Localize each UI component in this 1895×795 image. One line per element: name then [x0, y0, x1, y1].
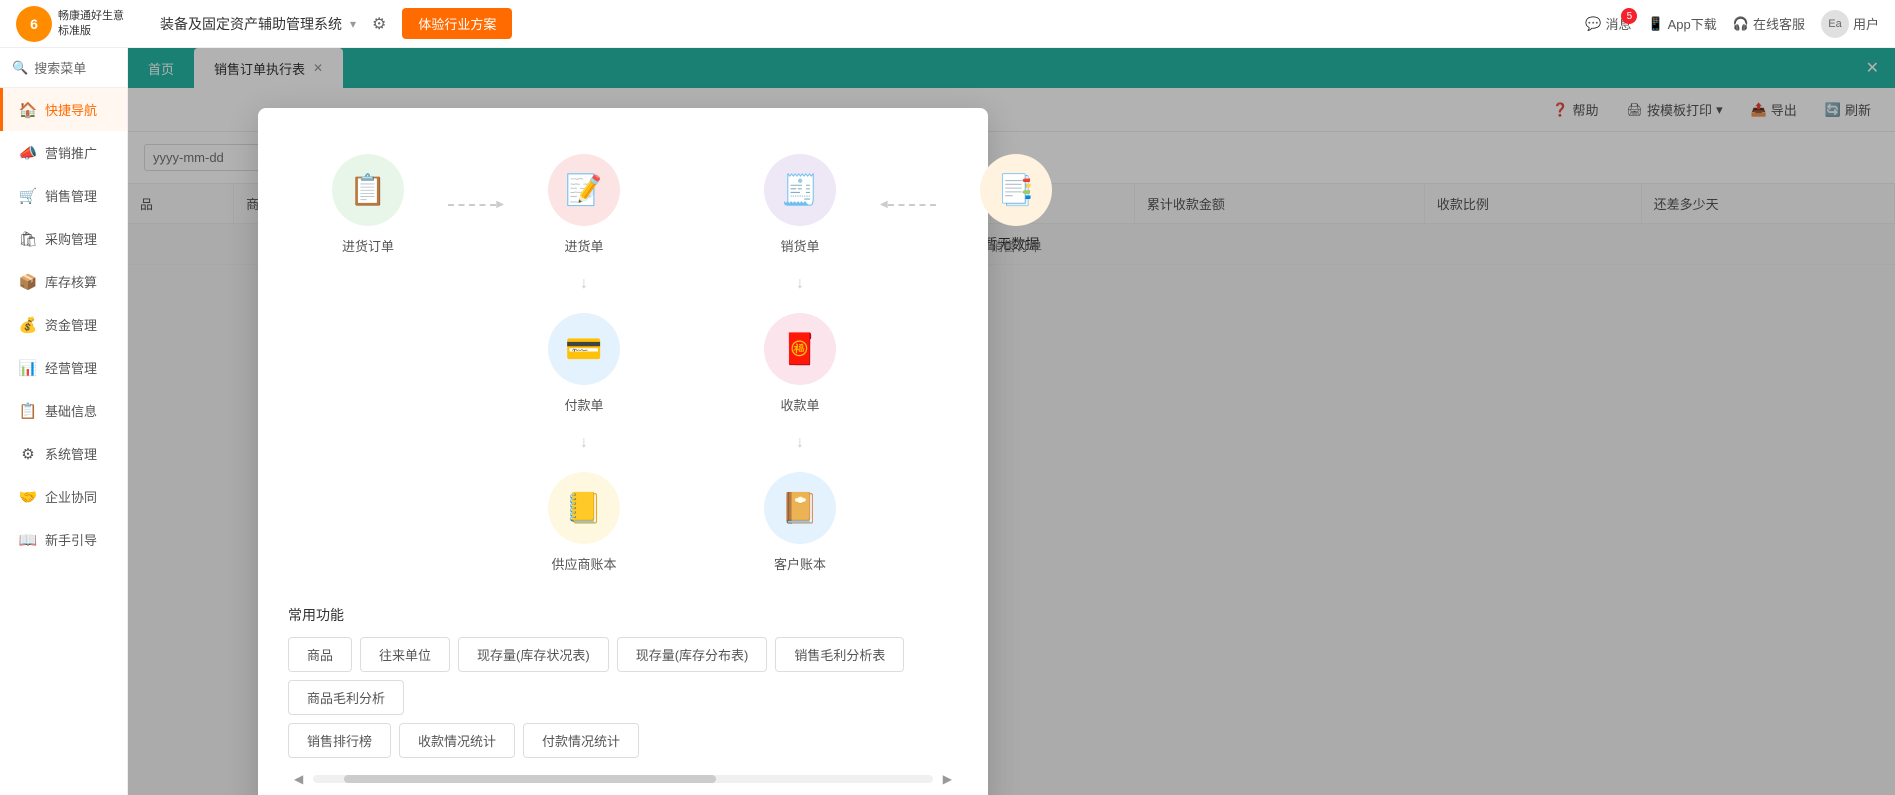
purchase-order-label: 进货订单 — [342, 236, 394, 255]
sales-bill-label: 销货单 — [780, 236, 819, 255]
main-area: 🔍 搜索菜单 🏠 快捷导航 📣 营销推广 🛒 销售管理 🛍 采购管理 📦 — [0, 48, 1895, 795]
app-download-button[interactable]: 📱 App下载 — [1647, 14, 1716, 33]
inventory-icon: 📦 — [19, 273, 37, 291]
enterprise-icon: 🤝 — [19, 488, 37, 506]
sidebar-item-guide[interactable]: 📖 新手引导 — [0, 518, 127, 561]
scroll-left-icon[interactable]: ◀ — [288, 770, 309, 788]
func-buttons-row1: 商品 往来单位 现存量(库存状况表) 现存量(库存分布表) 销售毛利分析表 商品… — [288, 637, 958, 715]
popup-overlay: 📋 进货订单 ▶ 📝 进货单 — [128, 48, 1895, 795]
func-btn-stock-dist[interactable]: 现存量(库存分布表) — [617, 637, 768, 672]
flow-node-purchase-receipt[interactable]: 📝 进货单 — [540, 138, 628, 271]
customer-account-label: 客户账本 — [774, 554, 826, 573]
flow-node-supplier-account[interactable]: 📒 供应商账本 — [540, 456, 628, 589]
func-buttons-row2: 销售排行榜 收款情况统计 付款情况统计 — [288, 723, 958, 758]
online-service-button[interactable]: 🎧 在线客服 — [1733, 14, 1805, 33]
common-functions-section: 常用功能 商品 往来单位 现存量(库存状况表) 现存量(库存分布表) 销售毛利分… — [288, 605, 958, 758]
purchase-receipt-label: 进货单 — [564, 236, 603, 255]
receipt-slip-label: 收款单 — [780, 395, 819, 414]
func-btn-product-gross[interactable]: 商品毛利分析 — [288, 680, 404, 715]
receipt-slip-circle: 🧧 — [764, 313, 836, 385]
scroll-right-icon[interactable]: ▶ — [937, 770, 958, 788]
logo-area: 6 畅康通好生意 标准版 — [16, 6, 144, 42]
search-icon: 🔍 — [12, 60, 28, 76]
sidebar: 🔍 搜索菜单 🏠 快捷导航 📣 营销推广 🛒 销售管理 🛍 采购管理 📦 — [0, 48, 128, 795]
system-dropdown-icon[interactable]: ▾ — [350, 17, 356, 31]
top-bar-right: 💬 消息 5 📱 App下载 🎧 在线客服 Ea 用户 — [1585, 10, 1879, 38]
top-bar: 6 畅康通好生意 标准版 装备及固定资产辅助管理系统 ▾ ⚙ 体验行业方案 💬 … — [0, 0, 1895, 48]
sales-order-circle: 📑 — [980, 154, 1052, 226]
flow-node-customer-account[interactable]: 📔 客户账本 — [756, 456, 844, 589]
flow-node-purchase-order[interactable]: 📋 进货订单 — [324, 138, 412, 271]
finance-icon: 💰 — [19, 316, 37, 334]
avatar: Ea — [1821, 10, 1849, 38]
marketing-icon: 📣 — [19, 144, 37, 162]
home-icon: 🏠 — [19, 101, 37, 119]
system-info: 装备及固定资产辅助管理系统 ▾ ⚙ 体验行业方案 — [144, 8, 1585, 39]
arrow-purchase-to-receipt: ▶ — [448, 199, 504, 210]
logo-text: 畅康通好生意 标准版 — [58, 9, 124, 38]
supplier-account-label: 供应商账本 — [551, 554, 616, 573]
arrow-down-payment: ↓ — [580, 434, 588, 452]
sidebar-item-quick-nav[interactable]: 🏠 快捷导航 — [0, 88, 127, 131]
sales-icon: 🛒 — [19, 187, 37, 205]
sidebar-item-marketing[interactable]: 📣 营销推广 — [0, 131, 127, 174]
arrow-down-receipt-slip: ↓ — [796, 434, 804, 452]
sidebar-item-purchase[interactable]: 🛍 采购管理 — [0, 217, 127, 260]
logo-icon: 6 — [16, 6, 52, 42]
app-container: 6 畅康通好生意 标准版 装备及固定资产辅助管理系统 ▾ ⚙ 体验行业方案 💬 … — [0, 0, 1895, 795]
arrow-order-to-bill: ◀ — [880, 199, 936, 210]
message-icon: 💬 — [1585, 16, 1601, 32]
system-icon: ⚙ — [19, 445, 37, 463]
service-icon: 🎧 — [1733, 16, 1749, 32]
user-menu[interactable]: Ea 用户 — [1821, 10, 1879, 38]
popup-scrollbar[interactable] — [313, 775, 933, 783]
content-area: 首页 销售订单执行表 ✕ ✕ ❓ 帮助 🖨 按模板打印 — [128, 48, 1895, 795]
trial-button[interactable]: 体验行业方案 — [402, 8, 512, 39]
sidebar-item-system[interactable]: ⚙ 系统管理 — [0, 432, 127, 475]
func-btn-sales-rank[interactable]: 销售排行榜 — [288, 723, 391, 758]
func-btn-payment-stats[interactable]: 付款情况统计 — [523, 723, 639, 758]
purchase-receipt-circle: 📝 — [548, 154, 620, 226]
guide-icon: 📖 — [19, 531, 37, 549]
func-btn-sales-gross[interactable]: 销售毛利分析表 — [775, 637, 904, 672]
basic-info-icon: 📋 — [19, 402, 37, 420]
sidebar-item-enterprise[interactable]: 🤝 企业协同 — [0, 475, 127, 518]
scrollbar-thumb — [344, 775, 716, 783]
message-button[interactable]: 💬 消息 5 — [1585, 14, 1631, 33]
quick-nav-popup: 📋 进货订单 ▶ 📝 进货单 — [258, 108, 988, 795]
func-btn-partner[interactable]: 往来单位 — [360, 637, 450, 672]
purchase-order-circle: 📋 — [332, 154, 404, 226]
system-title: 装备及固定资产辅助管理系统 — [160, 14, 342, 34]
func-btn-receipt-stats[interactable]: 收款情况统计 — [399, 723, 515, 758]
customer-account-circle: 📔 — [764, 472, 836, 544]
flow-node-sales-bill[interactable]: 🧾 销货单 — [756, 138, 844, 271]
func-btn-product[interactable]: 商品 — [288, 637, 352, 672]
sidebar-item-basic-info[interactable]: 📋 基础信息 — [0, 389, 127, 432]
sidebar-item-sales[interactable]: 🛒 销售管理 — [0, 174, 127, 217]
sidebar-item-inventory[interactable]: 📦 库存核算 — [0, 260, 127, 303]
func-btn-stock-status[interactable]: 现存量(库存状况表) — [458, 637, 609, 672]
payment-slip-label: 付款单 — [564, 395, 603, 414]
sales-bill-circle: 🧾 — [764, 154, 836, 226]
flow-node-receipt-slip[interactable]: 🧧 收款单 — [756, 297, 844, 430]
flow-node-payment-slip[interactable]: 💳 付款单 — [540, 297, 628, 430]
payment-slip-circle: 💳 — [548, 313, 620, 385]
sidebar-item-finance[interactable]: 💰 资金管理 — [0, 303, 127, 346]
arrow-down-receipt: ↓ — [580, 275, 588, 293]
sales-order-label: 销售订单 — [990, 236, 1042, 255]
arrow-down-sales-bill: ↓ — [796, 275, 804, 293]
common-functions-title: 常用功能 — [288, 605, 958, 625]
purchase-icon: 🛍 — [19, 230, 37, 248]
flow-node-sales-order[interactable]: 📑 销售订单 — [972, 138, 1060, 271]
popup-scrollbar-area: ◀ ▶ — [288, 770, 958, 788]
sidebar-item-operations[interactable]: 📊 经营管理 — [0, 346, 127, 389]
settings-icon[interactable]: ⚙ — [372, 14, 386, 34]
sidebar-search[interactable]: 🔍 搜索菜单 — [0, 48, 127, 88]
download-icon: 📱 — [1647, 16, 1663, 32]
operations-icon: 📊 — [19, 359, 37, 377]
supplier-account-circle: 📒 — [548, 472, 620, 544]
message-badge: 5 — [1621, 8, 1637, 24]
